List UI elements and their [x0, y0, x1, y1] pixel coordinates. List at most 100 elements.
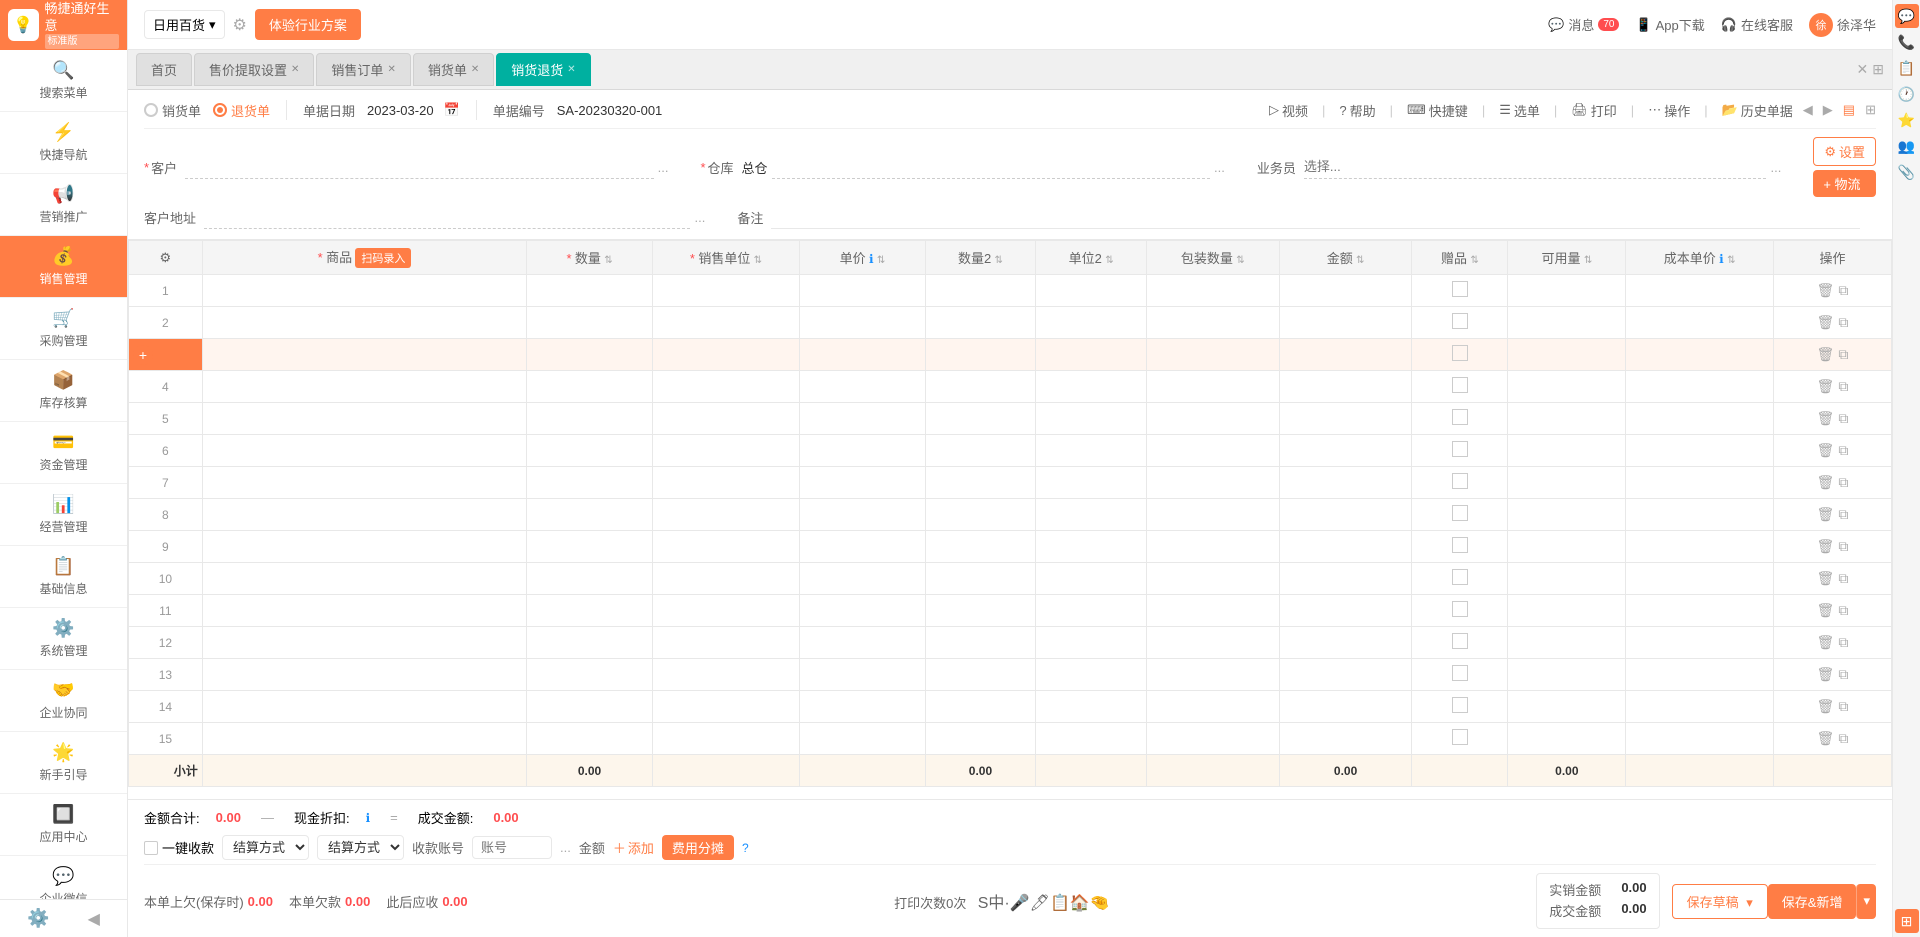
- price-cell[interactable]: [800, 531, 925, 563]
- tab-close-icon[interactable]: ✕: [471, 64, 479, 75]
- pack-qty-cell[interactable]: [1146, 595, 1279, 627]
- qty2-cell[interactable]: [925, 531, 1036, 563]
- sidebar-collapse-icon[interactable]: ◀: [88, 909, 100, 929]
- product-input[interactable]: [207, 348, 523, 362]
- available-cell[interactable]: [1508, 659, 1626, 691]
- save-draft-btn[interactable]: 保存草稿 ▾: [1672, 884, 1768, 919]
- delete-row-icon[interactable]: 🗑: [1817, 410, 1835, 427]
- quantity-cell[interactable]: [527, 307, 652, 339]
- table-view-btn[interactable]: ▤: [1843, 102, 1855, 118]
- gift-cell[interactable]: [1412, 307, 1508, 339]
- sidebar-item-wechat[interactable]: 💬 企业微信: [0, 856, 127, 899]
- delete-row-icon[interactable]: 🗑: [1817, 378, 1835, 395]
- available-cell[interactable]: [1508, 339, 1626, 371]
- gift-cell[interactable]: [1412, 595, 1508, 627]
- copy-row-icon[interactable]: ⧉: [1838, 570, 1848, 587]
- sidebar-item-shortcut[interactable]: ⚡ 快捷导航: [0, 112, 127, 174]
- price-cell[interactable]: [800, 339, 925, 371]
- available-cell[interactable]: [1508, 499, 1626, 531]
- gift-cell[interactable]: [1412, 435, 1508, 467]
- sort-unit-icon[interactable]: ⇅: [754, 255, 762, 266]
- gift-checkbox[interactable]: [1452, 345, 1468, 361]
- add-fee-btn[interactable]: ＋ 添加: [613, 838, 654, 857]
- gift-checkbox[interactable]: [1452, 441, 1468, 457]
- pack-qty-cell[interactable]: [1146, 403, 1279, 435]
- delete-row-icon[interactable]: 🗑: [1817, 474, 1835, 491]
- copy-row-icon[interactable]: ⧉: [1838, 698, 1848, 715]
- pack-qty-cell[interactable]: [1146, 627, 1279, 659]
- copy-row-icon[interactable]: ⧉: [1838, 442, 1848, 459]
- gift-checkbox[interactable]: [1452, 633, 1468, 649]
- available-cell[interactable]: [1508, 403, 1626, 435]
- sidebar-item-enterprise[interactable]: 🤝 企业协同: [0, 670, 127, 732]
- gift-checkbox[interactable]: [1452, 729, 1468, 745]
- sidebar-item-guide[interactable]: 🌟 新手引导: [0, 732, 127, 794]
- qty2-cell[interactable]: [925, 499, 1036, 531]
- sale-unit-cell[interactable]: [652, 467, 800, 499]
- gift-checkbox[interactable]: [1452, 505, 1468, 521]
- sort-qty2-icon[interactable]: ⇅: [995, 255, 1003, 266]
- price-cell[interactable]: [800, 403, 925, 435]
- sort-qty-icon[interactable]: ⇅: [604, 255, 612, 266]
- gift-checkbox[interactable]: [1452, 665, 1468, 681]
- gift-cell[interactable]: [1412, 275, 1508, 307]
- history-btn[interactable]: 📂 历史单据: [1722, 101, 1793, 120]
- qty2-cell[interactable]: [925, 435, 1036, 467]
- sort-pack-icon[interactable]: ⇅: [1236, 255, 1244, 266]
- tab-sale-delivery[interactable]: 销货单 ✕: [413, 53, 494, 86]
- qty2-cell[interactable]: [925, 307, 1036, 339]
- sidebar-item-basic[interactable]: 📋 基础信息: [0, 546, 127, 608]
- settlement-method-select[interactable]: 结算方式: [222, 835, 309, 860]
- add-row-btn[interactable]: +: [133, 345, 153, 365]
- right-panel-clip[interactable]: 📎: [1895, 160, 1919, 184]
- sidebar-item-inventory[interactable]: 📦 库存核算: [0, 360, 127, 422]
- sale-unit-cell[interactable]: [652, 499, 800, 531]
- fee-info-icon[interactable]: ?: [742, 841, 749, 855]
- gift-checkbox[interactable]: [1452, 473, 1468, 489]
- pack-qty-cell[interactable]: [1146, 371, 1279, 403]
- sale-unit-cell[interactable]: [652, 691, 800, 723]
- amount-cell[interactable]: [1279, 435, 1412, 467]
- pack-qty-cell[interactable]: [1146, 467, 1279, 499]
- amount-cell[interactable]: [1279, 595, 1412, 627]
- copy-row-icon[interactable]: ⧉: [1838, 314, 1848, 331]
- unit2-cell[interactable]: [1036, 275, 1147, 307]
- delete-row-icon[interactable]: 🗑: [1817, 314, 1835, 331]
- available-cell[interactable]: [1508, 275, 1626, 307]
- sort-avail-icon[interactable]: ⇅: [1584, 255, 1592, 266]
- card-view-btn[interactable]: ⊞: [1865, 102, 1876, 118]
- logistics-btn[interactable]: + 物流: [1813, 170, 1876, 197]
- product-cell[interactable]: [202, 371, 527, 403]
- qty2-cell[interactable]: [925, 467, 1036, 499]
- right-panel-star[interactable]: ⭐: [1895, 108, 1919, 132]
- gift-cell[interactable]: [1412, 531, 1508, 563]
- quantity-cell[interactable]: [527, 627, 652, 659]
- price-cell[interactable]: [800, 275, 925, 307]
- salesperson-select-icon[interactable]: ...: [1770, 160, 1781, 175]
- gift-checkbox[interactable]: [1452, 697, 1468, 713]
- prev-doc-icon[interactable]: ◀: [1803, 102, 1813, 118]
- delete-row-icon[interactable]: 🗑: [1817, 538, 1835, 555]
- sale-unit-cell[interactable]: [652, 435, 800, 467]
- gift-cell[interactable]: [1412, 691, 1508, 723]
- gift-cell[interactable]: [1412, 371, 1508, 403]
- quantity-cell[interactable]: [527, 563, 652, 595]
- delete-row-icon[interactable]: 🗑: [1817, 698, 1835, 715]
- pack-qty-cell[interactable]: [1146, 531, 1279, 563]
- sort-gift-icon[interactable]: ⇅: [1470, 255, 1478, 266]
- price-cell[interactable]: [800, 691, 925, 723]
- copy-row-icon[interactable]: ⧉: [1838, 410, 1848, 427]
- price-info-icon[interactable]: ℹ: [869, 252, 874, 266]
- sort-amount-icon[interactable]: ⇅: [1356, 255, 1364, 266]
- warehouse-input[interactable]: [772, 155, 1211, 179]
- industry-select[interactable]: 日用百货 ▾: [144, 10, 225, 39]
- available-cell[interactable]: [1508, 531, 1626, 563]
- sidebar-item-search[interactable]: 🔍 搜索菜单: [0, 50, 127, 112]
- qty2-cell[interactable]: [925, 275, 1036, 307]
- available-cell[interactable]: [1508, 723, 1626, 755]
- sidebar-item-system[interactable]: ⚙️ 系统管理: [0, 608, 127, 670]
- tab-close-icon[interactable]: ✕: [291, 64, 299, 75]
- copy-row-icon[interactable]: ⧉: [1838, 378, 1848, 395]
- right-panel-messages[interactable]: 💬: [1895, 4, 1919, 28]
- gift-checkbox[interactable]: [1452, 313, 1468, 329]
